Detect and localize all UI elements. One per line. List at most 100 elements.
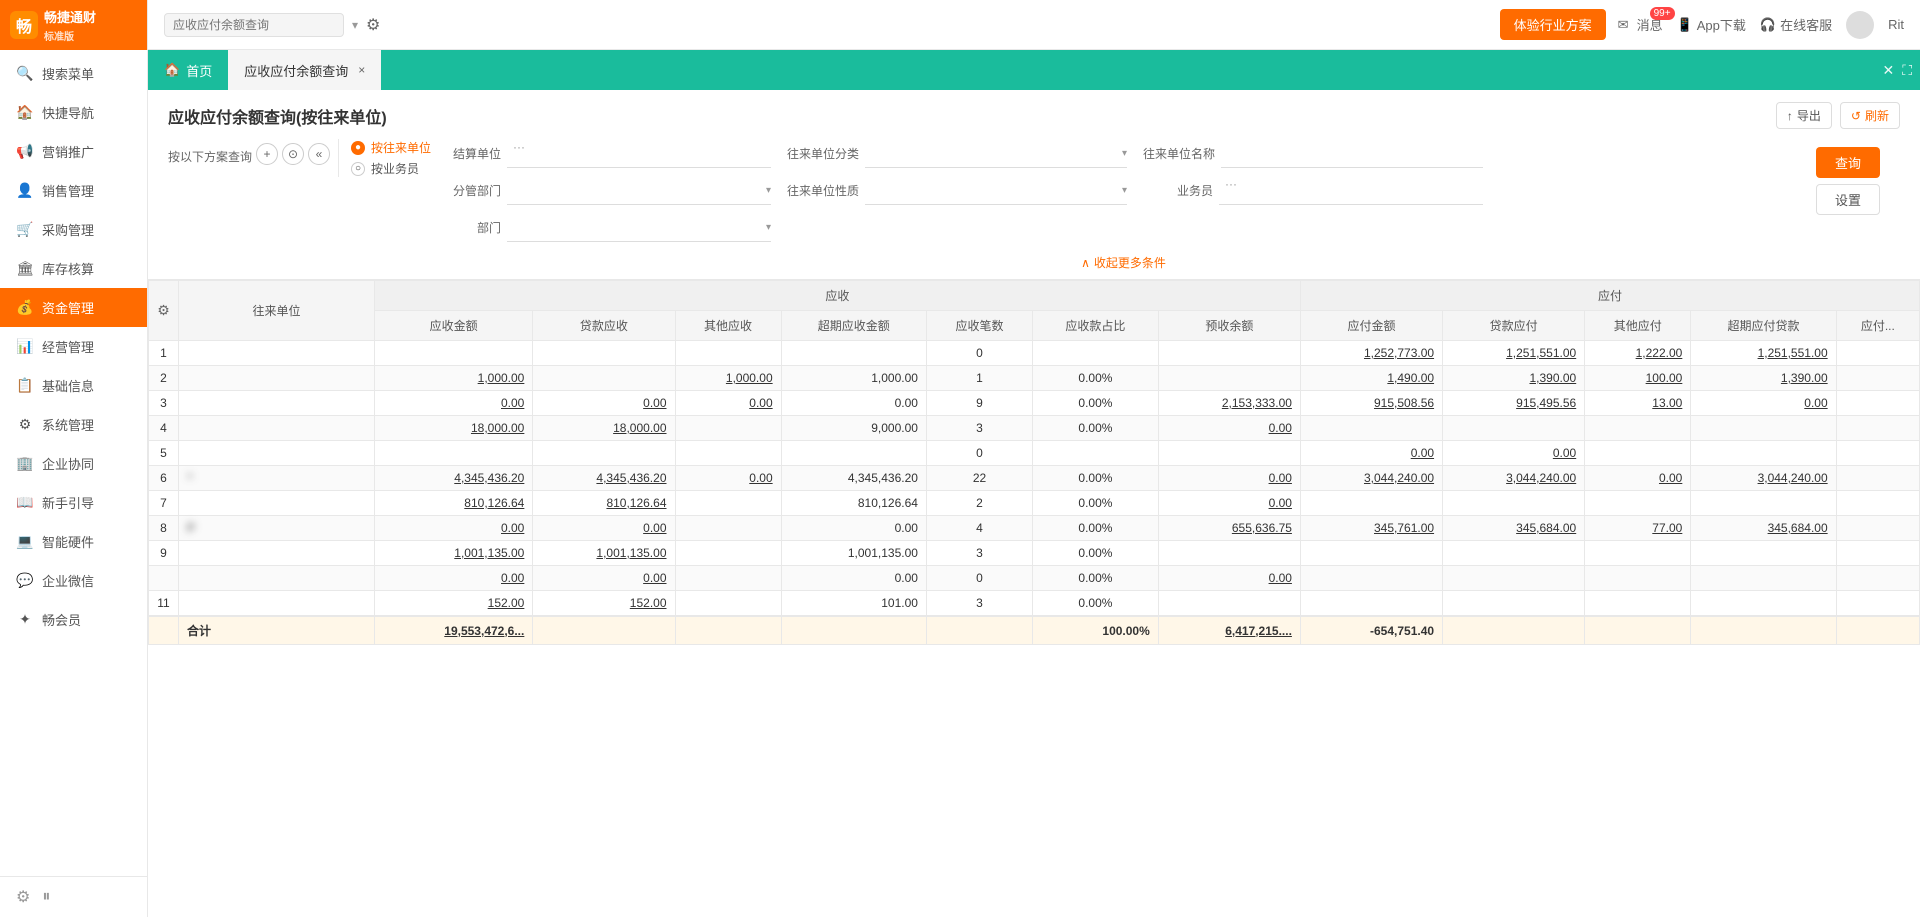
row-ap-overdue[interactable]: 1,390.00 (1691, 366, 1836, 391)
sidebar-item-operations[interactable]: 📊 经营管理 (0, 327, 147, 366)
row-ap-other[interactable] (1585, 566, 1691, 591)
row-ap-overdue[interactable]: 345,684.00 (1691, 516, 1836, 541)
row-ap-overdue[interactable] (1691, 566, 1836, 591)
row-ar-amount[interactable]: 152.00 (374, 591, 532, 617)
app-download-btn[interactable]: 📱 App下载 (1677, 15, 1746, 34)
row-ar-other[interactable]: 0.00 (675, 391, 781, 416)
partner-nature-arrow[interactable]: ▾ (1122, 185, 1127, 196)
partner-category-arrow[interactable]: ▾ (1122, 148, 1127, 159)
tab-active[interactable]: 应收应付余额查询 × (228, 50, 381, 90)
row-ap-overdue[interactable] (1691, 491, 1836, 516)
partner-name-input[interactable] (1221, 140, 1483, 168)
table-container[interactable]: ⚙ 往来单位 应收 应付 应收金额 贷款应收 其他应收 超期应收金额 应收笔数 (148, 280, 1920, 917)
row-ar-other[interactable] (675, 491, 781, 516)
row-ar-loan[interactable]: 1,001,135.00 (533, 541, 675, 566)
row-ar-other[interactable] (675, 341, 781, 366)
row-ar-amount[interactable]: 4,345,436.20 (374, 466, 532, 491)
row-ap-loan[interactable] (1443, 416, 1585, 441)
row-ar-prepaid[interactable]: 0.00 (1158, 416, 1300, 441)
footer-ar-amount[interactable]: 19,553,472,6... (374, 616, 532, 645)
footer-collapse-icon[interactable]: ⏸ (42, 888, 50, 906)
filter-add-btn[interactable]: + (256, 143, 278, 165)
tab-close-icon[interactable]: × (358, 63, 365, 77)
row-ar-other[interactable]: 1,000.00 (675, 366, 781, 391)
row-ap-loan[interactable]: 0.00 (1443, 441, 1585, 466)
row-ar-prepaid[interactable] (1158, 591, 1300, 617)
row-ar-loan[interactable] (533, 441, 675, 466)
row-ar-prepaid[interactable]: 655,636.75 (1158, 516, 1300, 541)
sidebar-item-smart-hardware[interactable]: 💻 智能硬件 (0, 522, 147, 561)
row-ap-amount[interactable] (1300, 566, 1442, 591)
row-ap-overdue[interactable]: 3,044,240.00 (1691, 466, 1836, 491)
row-ar-other[interactable] (675, 416, 781, 441)
sidebar-item-search-menu[interactable]: 🔍 搜索菜单 (0, 54, 147, 93)
row-ap-loan[interactable] (1443, 566, 1585, 591)
dropdown-icon[interactable]: ▾ (352, 18, 358, 32)
filter-nav-by-salesman[interactable]: 按业务员 (371, 160, 419, 177)
tab-close-window-btn[interactable]: ✕ (1882, 62, 1894, 79)
online-service-btn[interactable]: 🎧 在线客服 (1760, 15, 1832, 34)
row-ap-overdue[interactable]: 1,251,551.00 (1691, 341, 1836, 366)
sidebar-item-vip[interactable]: ✦ 畅会员 (0, 600, 147, 639)
row-ap-amount[interactable] (1300, 491, 1442, 516)
sidebar-item-enterprise-wechat[interactable]: 💬 企业微信 (0, 561, 147, 600)
gear-icon[interactable]: ⚙ (157, 302, 170, 318)
row-ar-prepaid[interactable] (1158, 541, 1300, 566)
row-ap-loan[interactable] (1443, 541, 1585, 566)
sidebar-item-inventory[interactable]: 🏛 库存核算 (0, 249, 147, 288)
export-btn[interactable]: ↑ 导出 (1776, 102, 1832, 129)
row-ar-loan[interactable]: 810,126.64 (533, 491, 675, 516)
row-ap-other[interactable] (1585, 541, 1691, 566)
row-ap-loan[interactable]: 915,495.56 (1443, 391, 1585, 416)
row-ar-other[interactable] (675, 516, 781, 541)
row-ar-loan[interactable]: 0.00 (533, 516, 675, 541)
row-ap-other[interactable] (1585, 491, 1691, 516)
row-ap-overdue[interactable] (1691, 416, 1836, 441)
tab-maximize-btn[interactable]: ⛶ (1902, 62, 1912, 79)
row-ap-amount[interactable] (1300, 416, 1442, 441)
row-ap-amount[interactable]: 3,044,240.00 (1300, 466, 1442, 491)
row-ap-other[interactable]: 100.00 (1585, 366, 1691, 391)
settings-icon[interactable]: ⚙ (366, 15, 380, 35)
tab-home[interactable]: 🏠 首页 (148, 50, 228, 90)
row-ar-prepaid[interactable] (1158, 341, 1300, 366)
row-ar-loan[interactable]: 0.00 (533, 391, 675, 416)
row-ar-amount[interactable] (374, 441, 532, 466)
message-badge[interactable]: ✉ 99+ 消息 (1618, 15, 1663, 34)
sidebar-item-guide[interactable]: 📖 新手引导 (0, 483, 147, 522)
row-ar-prepaid[interactable]: 0.00 (1158, 466, 1300, 491)
footer-settings-icon[interactable]: ⚙ (16, 887, 30, 907)
row-ap-other[interactable]: 1,222.00 (1585, 341, 1691, 366)
row-ar-other[interactable] (675, 541, 781, 566)
refresh-btn[interactable]: ↺ 刷新 (1840, 102, 1900, 129)
sidebar-item-purchase[interactable]: 🛒 采购管理 (0, 210, 147, 249)
row-ar-loan[interactable]: 18,000.00 (533, 416, 675, 441)
row-ar-loan[interactable] (533, 366, 675, 391)
row-ar-other[interactable] (675, 566, 781, 591)
row-ap-loan[interactable]: 1,251,551.00 (1443, 341, 1585, 366)
query-btn[interactable]: 查询 (1816, 147, 1880, 178)
row-ap-overdue[interactable] (1691, 541, 1836, 566)
row-ap-overdue[interactable] (1691, 591, 1836, 617)
collapse-btn[interactable]: ∧ 收起更多条件 (1081, 250, 1166, 275)
row-ar-amount[interactable]: 0.00 (374, 516, 532, 541)
row-ap-overdue[interactable]: 0.00 (1691, 391, 1836, 416)
row-ar-amount[interactable]: 18,000.00 (374, 416, 532, 441)
row-ap-other[interactable] (1585, 441, 1691, 466)
sidebar-item-system[interactable]: ⚙ 系统管理 (0, 405, 147, 444)
row-ap-loan[interactable] (1443, 591, 1585, 617)
row-ar-prepaid[interactable] (1158, 441, 1300, 466)
row-ar-prepaid[interactable]: 2,153,333.00 (1158, 391, 1300, 416)
row-ar-prepaid[interactable] (1158, 366, 1300, 391)
sidebar-item-enterprise-collab[interactable]: 🏢 企业协同 (0, 444, 147, 483)
dept-input[interactable] (507, 176, 766, 204)
row-ar-other[interactable] (675, 591, 781, 617)
row-ap-other[interactable]: 77.00 (1585, 516, 1691, 541)
row-ap-amount[interactable] (1300, 541, 1442, 566)
row-ar-amount[interactable]: 0.00 (374, 391, 532, 416)
row-ap-other[interactable]: 0.00 (1585, 466, 1691, 491)
row-ar-other[interactable]: 0.00 (675, 466, 781, 491)
sidebar-item-sales[interactable]: 👤 销售管理 (0, 171, 147, 210)
row-ar-amount[interactable]: 0.00 (374, 566, 532, 591)
row-ar-amount[interactable] (374, 341, 532, 366)
